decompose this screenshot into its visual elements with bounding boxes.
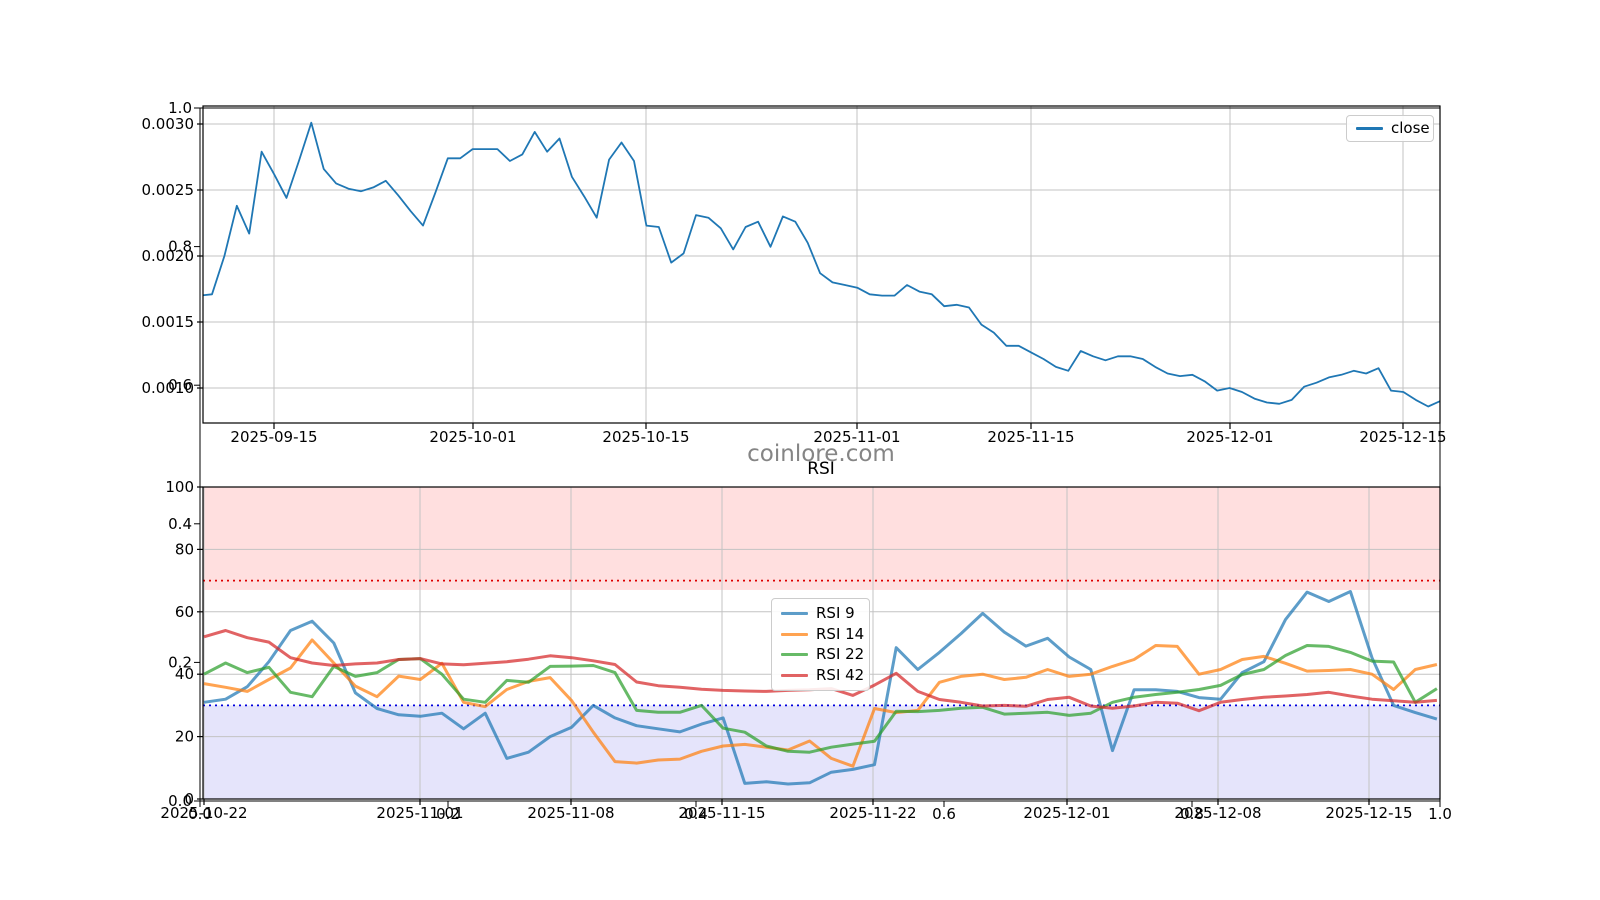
price-y-tick-label: 0.0025 [142,181,195,199]
overlay-y-tick-label: 0.4 [168,515,192,533]
price-y-tick-label: 0.0030 [142,115,195,133]
overlay-y-tick-label: 0.0 [168,792,192,810]
overlay-y-tick-label: 0.6 [168,376,192,394]
overlay-x-tick-label: 1.0 [1428,805,1452,823]
rsi22-legend-row: RSI 22 [781,646,864,663]
overlay-x-tick-label: 0.4 [684,805,708,823]
rsi42-line-sample [781,673,808,677]
price-x-tick-label: 2025-11-15 [987,428,1074,446]
price-legend: close [1346,115,1434,142]
rsi22-line-sample [781,653,808,657]
overlay-y-tick-label: 1.0 [168,99,192,117]
overlay-x-tick-label: 0.8 [1180,805,1204,823]
rsi9-legend-row: RSI 9 [781,605,860,622]
rsi-legend: RSI 9 RSI 14 RSI 22 RSI 42 [771,598,870,691]
rsi22-legend-label: RSI 22 [816,645,865,664]
rsi-x-tick-label: 2025-11-08 [527,804,614,822]
rsi-y-tick-label: 20 [175,728,194,746]
rsi14-legend-row: RSI 14 [781,626,864,643]
rsi-x-tick-label: 2025-12-15 [1325,804,1412,822]
overlay-x-tick-label: 0.2 [436,805,460,823]
rsi14-legend-label: RSI 14 [816,624,865,643]
close-legend-label: close [1391,119,1430,137]
rsi-y-tick-label: 100 [165,478,194,496]
rsi-y-tick-label: 80 [175,540,194,558]
price-y-tick-label: 0.0015 [142,313,195,331]
rsi-y-tick-label: 60 [175,603,194,621]
overlay-y-tick-label: 0.2 [168,653,192,671]
price-x-tick-label: 2025-09-15 [230,428,317,446]
rsi14-line-sample [781,632,808,636]
price-x-tick-label: 2025-12-15 [1359,428,1446,446]
rsi9-line-sample [781,612,808,615]
rsi-x-tick-label: 2025-12-01 [1023,804,1110,822]
price-x-tick-label: 2025-10-01 [429,428,516,446]
rsi42-legend-row: RSI 42 [781,667,864,684]
rsi42-legend-label: RSI 42 [816,665,865,684]
close-line-group [203,121,1440,408]
overlay-x-tick-label: 0.6 [932,805,956,823]
rsi-x-tick-label: 2025-11-22 [829,804,916,822]
price-axes-box [202,105,1441,424]
close-line [203,121,1440,408]
price-x-tick-label: 2025-12-01 [1186,428,1273,446]
overbought-band [203,487,1440,590]
price-x-tick-label: 2025-10-15 [602,428,689,446]
rsi9-legend-label: RSI 9 [816,604,855,622]
rsi-title: RSI [807,459,835,479]
overlay-y-tick-label: 0.8 [168,238,192,256]
figure: 2025-09-15 2025-10-01 2025-10-15 2025-11-01… [0,0,1600,900]
close-line-sample [1356,127,1383,130]
